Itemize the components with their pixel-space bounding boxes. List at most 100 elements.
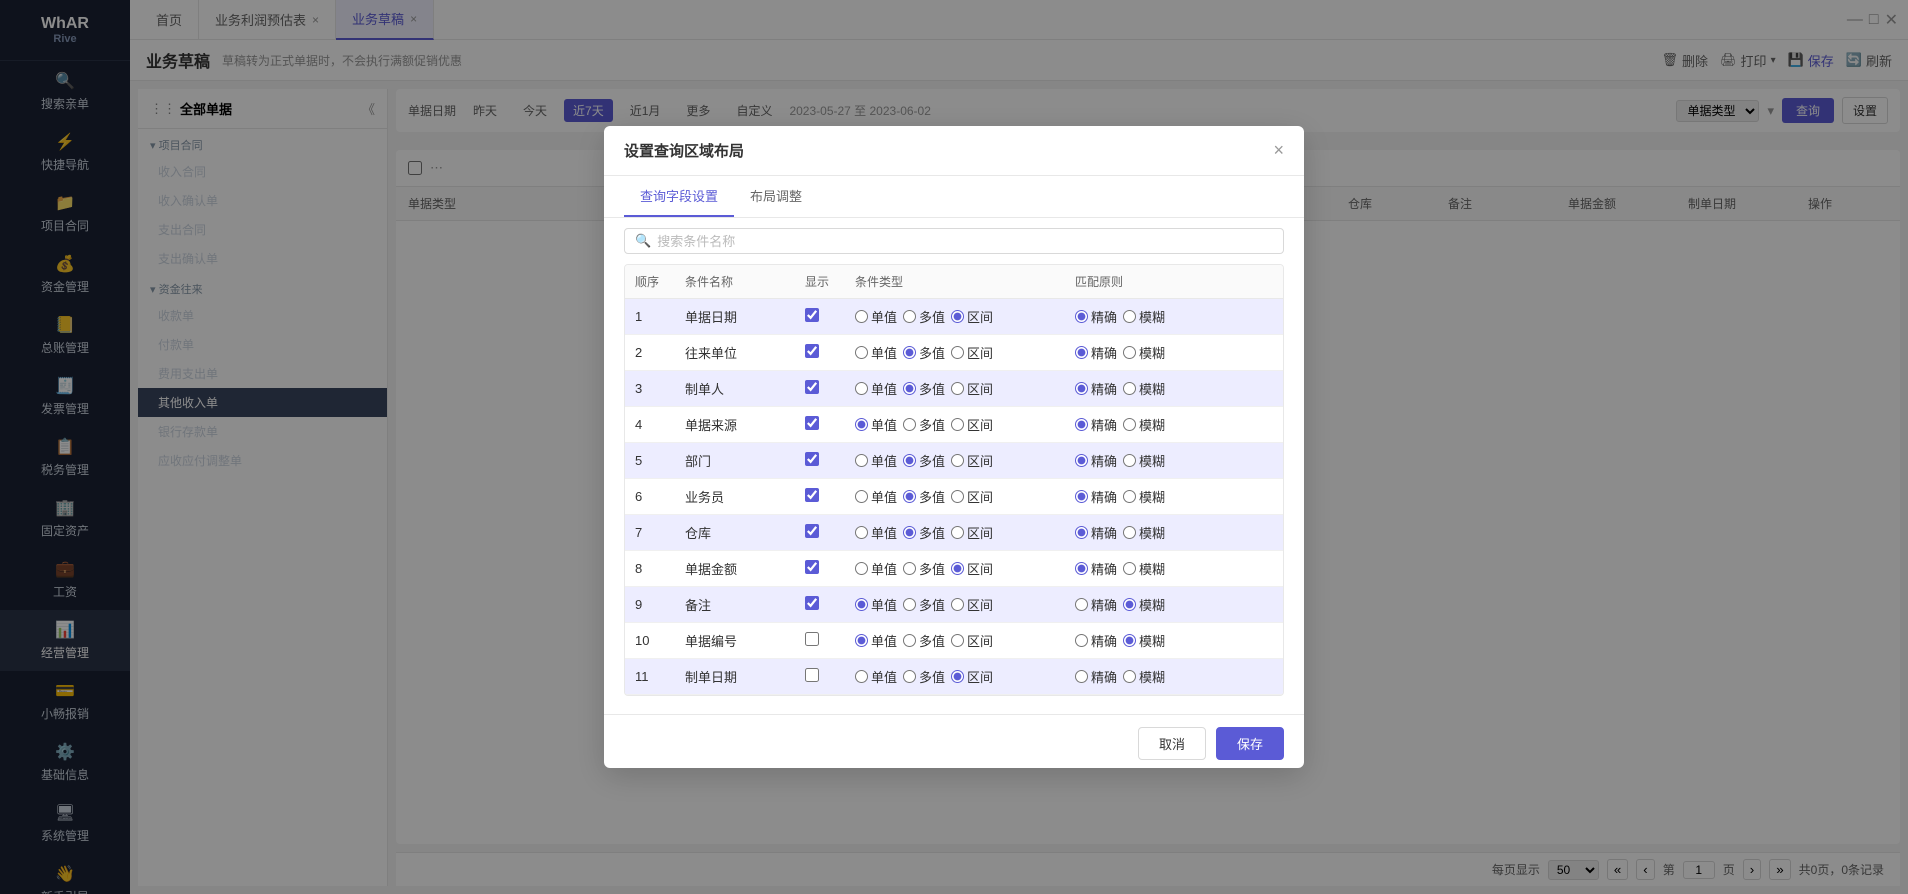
type-single[interactable]: 单值: [855, 343, 897, 362]
row-show-checkbox: [795, 551, 845, 587]
match-fuzzy[interactable]: 模糊: [1123, 523, 1165, 542]
type-range[interactable]: 区间: [951, 343, 993, 362]
row-order: 8: [625, 551, 675, 587]
row-type: 单值 多值 区间: [845, 371, 1065, 407]
row-condition-name: 制单日期: [675, 659, 795, 695]
type-single[interactable]: 单值: [855, 631, 897, 650]
type-single[interactable]: 单值: [855, 559, 897, 578]
row-order: 9: [625, 587, 675, 623]
type-multi[interactable]: 多值: [903, 343, 945, 362]
type-single[interactable]: 单值: [855, 415, 897, 434]
match-fuzzy[interactable]: 模糊: [1123, 559, 1165, 578]
type-range[interactable]: 区间: [951, 307, 993, 326]
show-checkbox[interactable]: [805, 632, 819, 646]
match-exact[interactable]: 精确: [1075, 415, 1117, 434]
table-row: 5部门 单值 多值 区间 精确 模糊: [625, 443, 1283, 479]
col-show: 显示: [795, 265, 845, 299]
row-order: 2: [625, 335, 675, 371]
match-fuzzy[interactable]: 模糊: [1123, 667, 1165, 686]
match-fuzzy[interactable]: 模糊: [1123, 595, 1165, 614]
match-fuzzy[interactable]: 模糊: [1123, 415, 1165, 434]
show-checkbox[interactable]: [805, 344, 819, 358]
show-checkbox[interactable]: [805, 452, 819, 466]
match-fuzzy[interactable]: 模糊: [1123, 379, 1165, 398]
show-checkbox[interactable]: [805, 560, 819, 574]
row-type: 单值 多值 区间: [845, 335, 1065, 371]
match-fuzzy[interactable]: 模糊: [1123, 487, 1165, 506]
type-multi[interactable]: 多值: [903, 523, 945, 542]
row-type: 单值 多值 区间: [845, 407, 1065, 443]
match-exact[interactable]: 精确: [1075, 343, 1117, 362]
type-single[interactable]: 单值: [855, 379, 897, 398]
type-range[interactable]: 区间: [951, 487, 993, 506]
modal-table: 顺序 条件名称 显示 条件类型 匹配原则 1单据日期 单值 多值 区间 精确 模…: [624, 264, 1284, 696]
search-input[interactable]: [657, 234, 857, 249]
type-multi[interactable]: 多值: [903, 415, 945, 434]
type-multi[interactable]: 多值: [903, 379, 945, 398]
row-show-checkbox: [795, 623, 845, 659]
match-exact[interactable]: 精确: [1075, 631, 1117, 650]
row-show-checkbox: [795, 371, 845, 407]
row-type: 单值 多值 区间: [845, 587, 1065, 623]
match-fuzzy[interactable]: 模糊: [1123, 631, 1165, 650]
type-single[interactable]: 单值: [855, 523, 897, 542]
row-show-checkbox: [795, 443, 845, 479]
match-exact[interactable]: 精确: [1075, 379, 1117, 398]
type-range[interactable]: 区间: [951, 631, 993, 650]
row-order: 7: [625, 515, 675, 551]
type-multi[interactable]: 多值: [903, 631, 945, 650]
type-range[interactable]: 区间: [951, 523, 993, 542]
match-fuzzy[interactable]: 模糊: [1123, 343, 1165, 362]
type-range[interactable]: 区间: [951, 415, 993, 434]
table-row: 6业务员 单值 多值 区间 精确 模糊: [625, 479, 1283, 515]
type-multi[interactable]: 多值: [903, 487, 945, 506]
row-show-checkbox: [795, 587, 845, 623]
show-checkbox[interactable]: [805, 596, 819, 610]
cancel-button[interactable]: 取消: [1138, 727, 1206, 760]
modal-tabs: 查询字段设置 布局调整: [604, 176, 1304, 218]
show-checkbox[interactable]: [805, 524, 819, 538]
type-multi[interactable]: 多值: [903, 667, 945, 686]
show-checkbox[interactable]: [805, 308, 819, 322]
type-range[interactable]: 区间: [951, 379, 993, 398]
modal-overlay: 设置查询区域布局 × 查询字段设置 布局调整 🔍: [0, 0, 1908, 894]
type-single[interactable]: 单值: [855, 595, 897, 614]
match-exact[interactable]: 精确: [1075, 451, 1117, 470]
modal-body: 查询字段设置 布局调整 🔍 顺序 条: [604, 176, 1304, 706]
type-single[interactable]: 单值: [855, 667, 897, 686]
match-fuzzy[interactable]: 模糊: [1123, 307, 1165, 326]
match-exact[interactable]: 精确: [1075, 523, 1117, 542]
type-multi[interactable]: 多值: [903, 451, 945, 470]
match-exact[interactable]: 精确: [1075, 559, 1117, 578]
row-condition-name: 备注: [675, 587, 795, 623]
modal-close-btn[interactable]: ×: [1273, 140, 1284, 161]
match-exact[interactable]: 精确: [1075, 487, 1117, 506]
table-row: 2往来单位 单值 多值 区间 精确 模糊: [625, 335, 1283, 371]
type-multi[interactable]: 多值: [903, 307, 945, 326]
type-range[interactable]: 区间: [951, 559, 993, 578]
show-checkbox[interactable]: [805, 380, 819, 394]
type-multi[interactable]: 多值: [903, 595, 945, 614]
row-show-checkbox: [795, 515, 845, 551]
type-range[interactable]: 区间: [951, 667, 993, 686]
match-exact[interactable]: 精确: [1075, 667, 1117, 686]
modal-tab-field-settings[interactable]: 查询字段设置: [624, 176, 734, 217]
type-range[interactable]: 区间: [951, 451, 993, 470]
row-order: 4: [625, 407, 675, 443]
type-single[interactable]: 单值: [855, 451, 897, 470]
type-single[interactable]: 单值: [855, 487, 897, 506]
show-checkbox[interactable]: [805, 668, 819, 682]
modal-title: 设置查询区域布局: [624, 140, 744, 161]
match-exact[interactable]: 精确: [1075, 595, 1117, 614]
show-checkbox[interactable]: [805, 416, 819, 430]
match-fuzzy[interactable]: 模糊: [1123, 451, 1165, 470]
type-multi[interactable]: 多值: [903, 559, 945, 578]
match-exact[interactable]: 精确: [1075, 307, 1117, 326]
type-range[interactable]: 区间: [951, 595, 993, 614]
table-row: 1单据日期 单值 多值 区间 精确 模糊: [625, 299, 1283, 335]
show-checkbox[interactable]: [805, 488, 819, 502]
modal-tab-layout[interactable]: 布局调整: [734, 176, 818, 217]
modal-save-button[interactable]: 保存: [1216, 727, 1284, 760]
row-condition-name: 仓库: [675, 515, 795, 551]
type-single[interactable]: 单值: [855, 307, 897, 326]
